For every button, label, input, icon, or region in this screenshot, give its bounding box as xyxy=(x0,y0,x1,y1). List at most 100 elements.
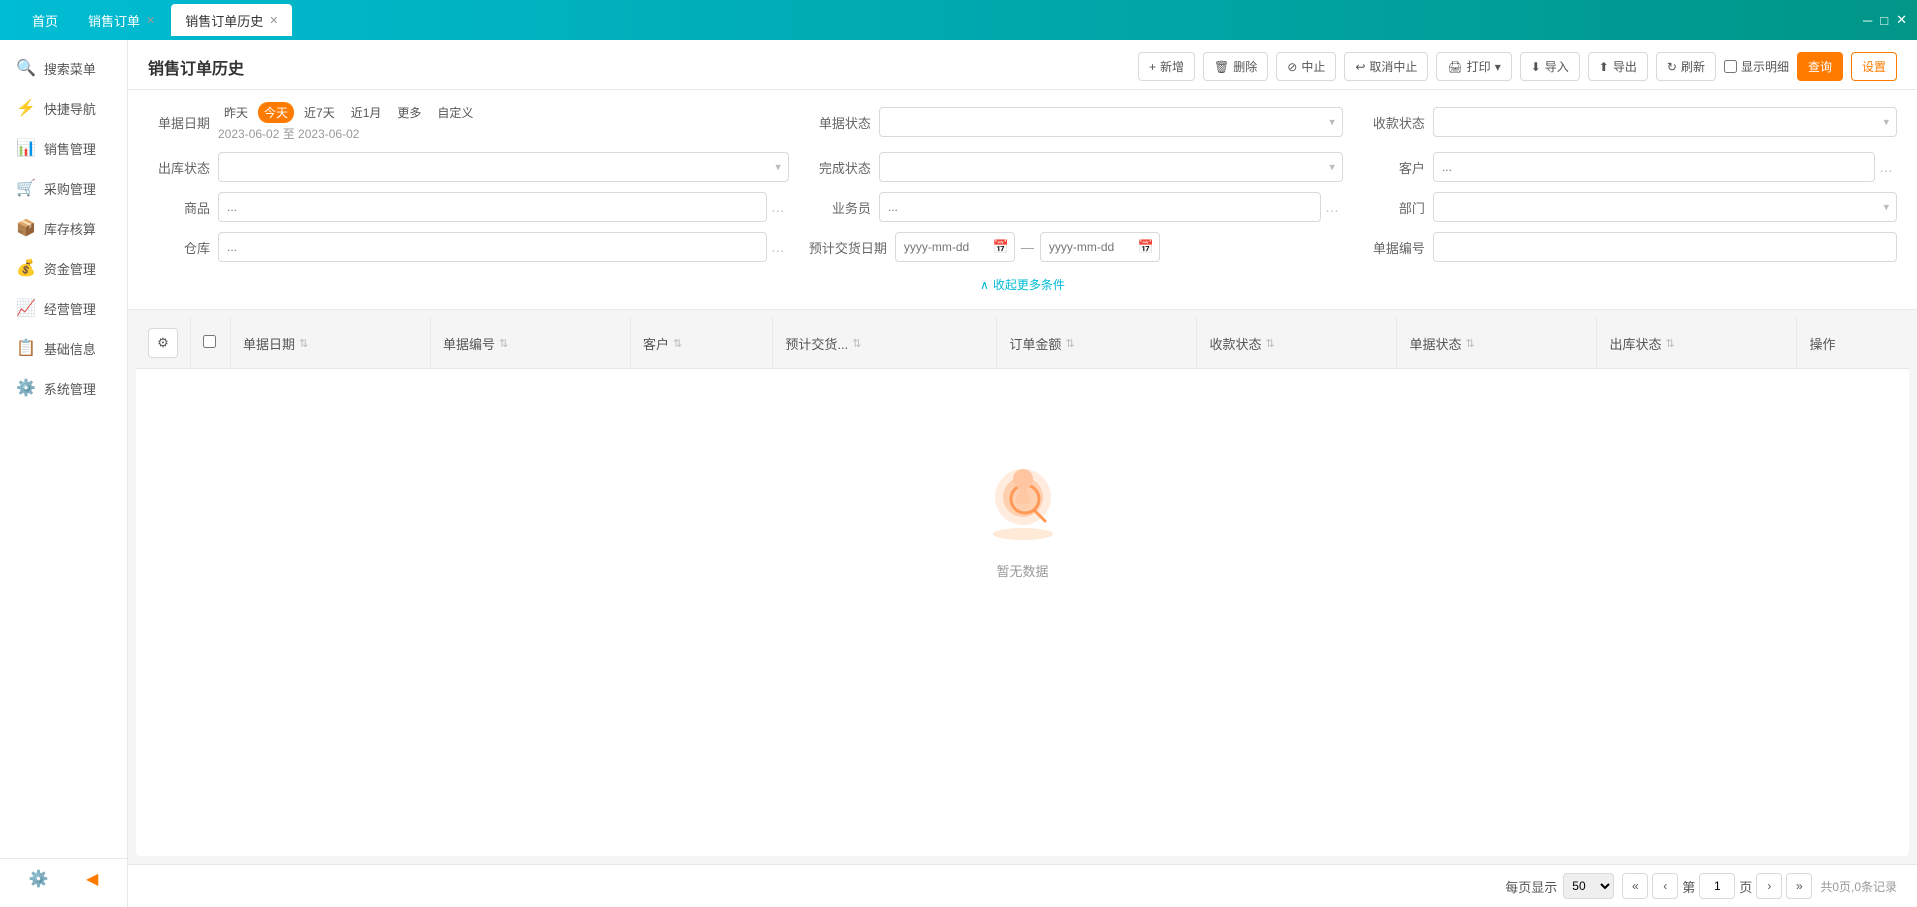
delete-label: 删除 xyxy=(1233,58,1257,75)
th-amount-sort[interactable]: 订单金额 ⇅ xyxy=(1009,334,1184,353)
date-btn-custom[interactable]: 自定义 xyxy=(431,102,479,123)
table-area: ⚙ 单据日期 ⇅ 单据编号 xyxy=(136,318,1909,856)
page-next-btn[interactable]: › xyxy=(1756,873,1782,899)
settings-button[interactable]: 设置 xyxy=(1851,52,1897,81)
print-button[interactable]: 🖨 打印 ▾ xyxy=(1436,52,1511,81)
product-input[interactable] xyxy=(218,192,767,222)
select-all-checkbox[interactable] xyxy=(203,335,216,348)
th-delivery-date: 预计交货... ⇅ xyxy=(773,318,997,369)
th-outbound-status: 出库状态 ⇅ xyxy=(1597,318,1797,369)
sidebar-item-sales-mgmt[interactable]: 📊 销售管理 xyxy=(0,128,127,168)
page-last-btn[interactable]: » xyxy=(1786,873,1812,899)
maximize-icon[interactable]: □ xyxy=(1880,13,1888,28)
customer-input[interactable] xyxy=(1433,152,1875,182)
cancel-stop-button[interactable]: ↩ 取消中止 xyxy=(1344,52,1428,81)
new-button[interactable]: + 新增 xyxy=(1138,52,1195,81)
quick-nav-icon: ⚡ xyxy=(16,98,36,118)
tab-sales-order-history-label: 销售订单历史 xyxy=(185,11,263,30)
per-page-select[interactable]: 50 20 100 xyxy=(1563,873,1614,899)
department-select-wrapper: ▾ xyxy=(1433,192,1897,222)
department-label: 部门 xyxy=(1363,198,1433,217)
completion-status-select[interactable] xyxy=(879,152,1343,182)
product-ellipsis-btn[interactable]: … xyxy=(767,199,789,215)
th-checkbox xyxy=(191,318,231,369)
th-order-status-sort[interactable]: 单据状态 ⇅ xyxy=(1409,334,1584,353)
th-number-sort[interactable]: 单据编号 ⇅ xyxy=(443,334,618,353)
date-field-group: 昨天 今天 近7天 近1月 更多 自定义 2023-06-02 至 2023-0… xyxy=(218,102,479,142)
delete-button[interactable]: 🗑 删除 xyxy=(1203,52,1268,81)
th-outbound-status-sort[interactable]: 出库状态 ⇅ xyxy=(1609,334,1784,353)
th-date-sort[interactable]: 单据日期 ⇅ xyxy=(243,334,418,353)
sales-mgmt-icon: 📊 xyxy=(16,138,36,158)
warehouse-ellipsis-btn[interactable]: … xyxy=(767,239,789,255)
receipt-status-select[interactable] xyxy=(1433,107,1897,137)
minimize-icon[interactable]: ─ xyxy=(1863,13,1872,28)
show-details-toggle[interactable]: 显示明细 xyxy=(1724,58,1789,75)
sidebar-item-quick-nav[interactable]: ⚡ 快捷导航 xyxy=(0,88,127,128)
import-button[interactable]: ⬇ 导入 xyxy=(1520,52,1580,81)
tab-sales-order[interactable]: 销售订单 ✕ xyxy=(74,4,169,36)
th-receipt-status: 收款状态 ⇅ xyxy=(1197,318,1397,369)
sidebar-item-capital[interactable]: 💰 资金管理 xyxy=(0,248,127,288)
query-button[interactable]: 查询 xyxy=(1797,52,1843,81)
salesperson-input[interactable] xyxy=(879,192,1321,222)
page-header: 销售订单历史 + 新增 🗑 删除 ⊘ 中止 ↩ 取消中止 xyxy=(128,40,1917,90)
th-delivery-date-label: 预计交货... xyxy=(785,334,848,353)
tab-home[interactable]: 首页 xyxy=(18,4,72,36)
empty-state: 暂无数据 xyxy=(136,369,1909,660)
th-receipt-status-sort[interactable]: 收款状态 ⇅ xyxy=(1209,334,1384,353)
th-amount: 订单金额 ⇅ xyxy=(997,318,1197,369)
page-go-to-label: 第 xyxy=(1682,877,1695,896)
close-window-icon[interactable]: ✕ xyxy=(1896,12,1907,28)
th-date: 单据日期 ⇅ xyxy=(231,318,431,369)
salesperson-ellipsis-btn[interactable]: … xyxy=(1321,199,1343,215)
sidebar-settings-icon[interactable]: ⚙️ xyxy=(29,869,49,889)
tab-sales-order-history-close[interactable]: ✕ xyxy=(269,14,278,27)
sidebar-item-system-mgmt[interactable]: ⚙️ 系统管理 xyxy=(0,368,127,408)
empty-state-text: 暂无数据 xyxy=(996,561,1048,580)
table-settings-icon-btn[interactable]: ⚙ xyxy=(148,328,178,358)
date-btn-7days[interactable]: 近7天 xyxy=(298,102,341,123)
page-number-input[interactable] xyxy=(1699,873,1735,899)
sidebar-item-inventory[interactable]: 📦 库存核算 xyxy=(0,208,127,248)
collapse-label: 收起更多条件 xyxy=(993,276,1065,293)
sidebar-item-purchase-mgmt[interactable]: 🛒 采购管理 xyxy=(0,168,127,208)
collapse-button[interactable]: ∧ 收起更多条件 xyxy=(148,272,1897,297)
filter-delivery-date: 预计交货日期 📅 — 📅 xyxy=(809,232,1343,262)
page-first-btn[interactable]: « xyxy=(1622,873,1648,899)
date-btn-today[interactable]: 今天 xyxy=(258,102,294,123)
th-order-status-sort-icon: ⇅ xyxy=(1465,337,1474,350)
date-btn-1month[interactable]: 近1月 xyxy=(345,102,388,123)
order-status-select[interactable] xyxy=(879,107,1343,137)
print-label: 打印 xyxy=(1467,58,1491,75)
date-btn-yesterday[interactable]: 昨天 xyxy=(218,102,254,123)
date-btn-more[interactable]: 更多 xyxy=(391,102,427,123)
show-details-checkbox[interactable] xyxy=(1724,60,1737,73)
stop-button[interactable]: ⊘ 中止 xyxy=(1276,52,1336,81)
sidebar-collapse-icon[interactable]: ◀ xyxy=(86,869,98,889)
tab-sales-order-close[interactable]: ✕ xyxy=(146,14,155,27)
department-select[interactable] xyxy=(1433,192,1897,222)
sidebar-item-operations[interactable]: 📈 经营管理 xyxy=(0,288,127,328)
tab-sales-order-history[interactable]: 销售订单历史 ✕ xyxy=(171,4,292,36)
collapse-up-icon: ∧ xyxy=(980,278,989,292)
customer-ellipsis-btn[interactable]: … xyxy=(1875,159,1897,175)
th-delivery-date-sort[interactable]: 预计交货... ⇅ xyxy=(785,334,984,353)
warehouse-input[interactable] xyxy=(218,232,767,262)
table-header-row: ⚙ 单据日期 ⇅ 单据编号 xyxy=(136,318,1909,369)
sidebar-item-search-menu[interactable]: 🔍 搜索菜单 xyxy=(0,48,127,88)
order-status-select-wrapper: ▾ xyxy=(879,107,1343,137)
page-prev-btn[interactable]: ‹ xyxy=(1652,873,1678,899)
import-label: 导入 xyxy=(1545,58,1569,75)
outbound-status-select[interactable] xyxy=(218,152,789,182)
th-customer-sort[interactable]: 客户 ⇅ xyxy=(643,334,760,353)
sidebar-item-basic-info[interactable]: 📋 基础信息 xyxy=(0,328,127,368)
th-amount-label: 订单金额 xyxy=(1009,334,1061,353)
receipt-status-select-wrapper: ▾ xyxy=(1433,107,1897,137)
refresh-button[interactable]: ↻ 刷新 xyxy=(1656,52,1716,81)
page-next-icon: › xyxy=(1767,879,1771,893)
export-button[interactable]: ⬆ 导出 xyxy=(1588,52,1648,81)
product-label: 商品 xyxy=(148,198,218,217)
order-no-input[interactable] xyxy=(1433,232,1897,262)
page-prev-icon: ‹ xyxy=(1663,879,1667,893)
